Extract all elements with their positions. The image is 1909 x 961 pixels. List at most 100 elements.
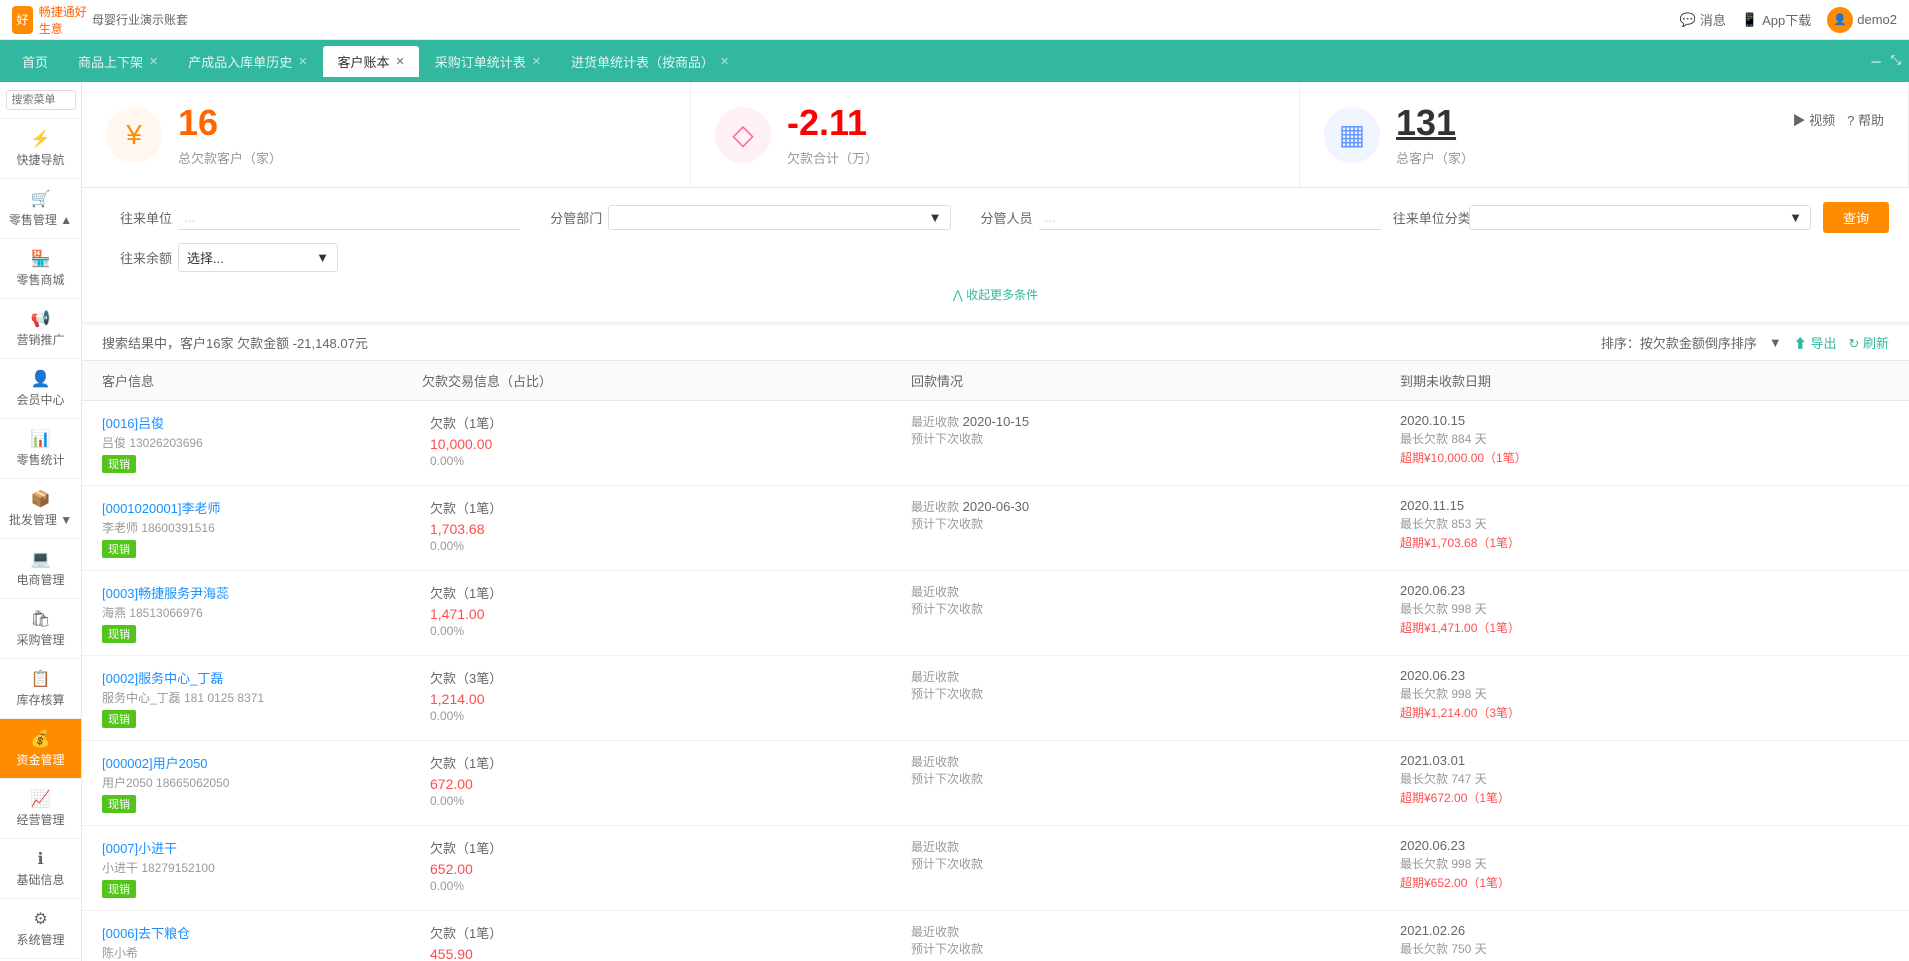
sidebar-item-inventory[interactable]: 📋 库存核算 — [0, 659, 81, 719]
repay-col: 最近收款 预计下次收款 — [911, 838, 1400, 872]
message-label: 消息 — [1700, 10, 1726, 29]
tab-customer-close[interactable]: ✕ — [396, 55, 405, 68]
tab-customer[interactable]: 客户账本 ✕ — [323, 46, 418, 77]
nav-maximize-icon[interactable]: ⤡ — [1891, 52, 1901, 71]
sidebar-item-marketing[interactable]: 📢 营销推广 — [0, 299, 81, 359]
due-overdue-link[interactable]: 超期¥1,214.00（3笔） — [1400, 704, 1889, 721]
customer-name[interactable]: [000002]用户2050 — [102, 753, 422, 772]
manager-label: 分管人员 — [963, 208, 1033, 227]
total-debt-icon: ◇ — [715, 107, 771, 163]
unit-category-label: 往来单位分类 — [1393, 208, 1463, 227]
total-debt-info: -2.11 欠款合计（万） — [787, 102, 878, 167]
customer-name[interactable]: [0003]畅捷服务尹海蕊 — [102, 583, 422, 602]
manager-input[interactable]: ... — [1045, 210, 1056, 225]
from-unit-input[interactable]: ... — [184, 210, 195, 225]
total-debt-value: -2.11 — [787, 102, 878, 144]
unit-category-select[interactable]: ▼ — [1469, 205, 1811, 230]
due-overdue-link[interactable]: 超期¥1,471.00（1笔） — [1400, 619, 1889, 636]
filter-from-unit: 往来单位 ... — [102, 206, 520, 230]
sidebar-item-basic-info[interactable]: ℹ 基础信息 — [0, 839, 81, 899]
dept-select[interactable]: ▼ — [608, 205, 950, 230]
video-label: 视频 — [1809, 113, 1835, 128]
customer-name[interactable]: [0001020001]李老师 — [102, 498, 422, 517]
tab-production[interactable]: 产成品入库单历史 ✕ — [174, 46, 321, 77]
app-subtitle: 母婴行业演示账套 — [92, 11, 1680, 28]
sidebar-item-member[interactable]: 👤 会员中心 — [0, 359, 81, 419]
refresh-btn[interactable]: ↻ 刷新 — [1848, 333, 1889, 352]
customer-name[interactable]: [0016]吕俊 — [102, 413, 422, 432]
app-download-btn[interactable]: 📱 App下载 — [1742, 10, 1811, 29]
inventory-label: 库存核算 — [16, 693, 64, 707]
customer-name[interactable]: [0006]去下粮仓 — [102, 923, 422, 942]
due-overdue-link[interactable]: 超期¥672.00（1笔） — [1400, 789, 1889, 806]
result-actions: 排序：按欠款金额倒序排序 ▼ ⬆ 导出 ↻ 刷新 — [1601, 333, 1889, 352]
top-bar: 好 畅捷通好生意 母婴行业演示账套 💬 消息 📱 App下载 👤 demo2 — [0, 0, 1909, 40]
tab-customer-label: 客户账本 — [337, 52, 389, 71]
filter-unit-category: 往来单位分类 ▼ — [1393, 205, 1811, 230]
sidebar-item-system[interactable]: ⚙ 系统管理 — [0, 899, 81, 959]
app-container: 好 畅捷通好生意 母婴行业演示账套 💬 消息 📱 App下载 👤 demo2 首… — [0, 0, 1909, 961]
filter-dept: 分管部门 ▼ — [532, 205, 950, 230]
col-customer-info: 客户信息 — [102, 371, 422, 390]
sidebar-item-operations[interactable]: 📈 经营管理 — [0, 779, 81, 839]
collapse-row[interactable]: ⋀ 收起更多条件 — [102, 282, 1889, 307]
debt-amount: 455.90 — [430, 946, 911, 961]
tab-products[interactable]: 商品上下架 ✕ — [64, 46, 172, 77]
inventory-icon: 📋 — [4, 669, 77, 689]
collapse-label: 收起更多条件 — [966, 288, 1038, 302]
customer-tag: 现销 — [102, 625, 136, 643]
refresh-icon: ↻ — [1848, 336, 1859, 351]
top-right-area: 💬 消息 📱 App下载 👤 demo2 — [1680, 7, 1897, 33]
avatar: 👤 — [1827, 7, 1853, 33]
due-overdue-link[interactable]: 超期¥10,000.00（1笔） — [1400, 449, 1889, 466]
due-max-days: 最长欠款 998 天 — [1400, 855, 1889, 872]
search-button[interactable]: 查询 — [1823, 202, 1889, 233]
result-summary: 搜索结果中，客户16家 欠款金额 -21,148.07元 — [102, 333, 368, 352]
balance-type-select[interactable]: 选择... ▼ — [178, 243, 338, 272]
help-btn[interactable]: ? 帮助 — [1847, 110, 1884, 129]
repay-next: 预计下次收款 — [911, 430, 1400, 447]
sidebar-item-retail-stats[interactable]: 📊 零售统计 — [0, 419, 81, 479]
tab-inventory-label: 进货单统计表（按商品） — [571, 52, 714, 71]
nav-minimize-icon[interactable]: － — [1870, 52, 1883, 71]
due-max-days: 最长欠款 750 天 — [1400, 940, 1889, 957]
due-overdue-link[interactable]: 超期¥652.00（1笔） — [1400, 874, 1889, 891]
sidebar-item-retail[interactable]: 🛒 零售管理 ▲ — [0, 179, 81, 239]
retail-icon: 🛒 — [4, 189, 77, 209]
repay-next: 预计下次收款 — [911, 515, 1400, 532]
sidebar-item-purchase[interactable]: 🛍 采购管理 — [0, 599, 81, 659]
customer-name[interactable]: [0007]小进干 — [102, 838, 422, 857]
tab-purchase-close[interactable]: ✕ — [532, 55, 541, 68]
finance-icon: 💰 — [4, 729, 77, 749]
customer-tag: 现销 — [102, 880, 136, 898]
tab-production-close[interactable]: ✕ — [298, 55, 307, 68]
debt-col: 欠款（1笔） 455.90 0.00% — [422, 923, 911, 961]
sidebar-item-ecommerce[interactable]: 💻 电商管理 — [0, 539, 81, 599]
due-col: 2020.06.23 最长欠款 998 天 超期¥652.00（1笔） — [1400, 838, 1889, 891]
debt-count: 欠款（1笔） — [430, 498, 911, 517]
sidebar-search-input[interactable] — [6, 90, 76, 110]
user-menu[interactable]: 👤 demo2 — [1827, 7, 1897, 33]
customer-phone: 服务中心_丁磊 181 0125 8371 — [102, 689, 422, 706]
tab-inventory-close[interactable]: ✕ — [720, 55, 729, 68]
repay-last: 最近收款 — [911, 923, 1400, 940]
message-btn[interactable]: 💬 消息 — [1680, 10, 1726, 29]
customer-phone: 海燕 18513066976 — [102, 604, 422, 621]
video-btn[interactable]: ▶ 视频 — [1792, 110, 1835, 129]
debt-col: 欠款（1笔） 672.00 0.00% — [422, 753, 911, 808]
tab-products-close[interactable]: ✕ — [149, 55, 158, 68]
stats-row: ¥ 16 总欠款客户（家） ◇ -2.11 欠款合计（万） ▦ — [82, 82, 1909, 188]
tab-home[interactable]: 首页 — [8, 46, 62, 77]
customer-name[interactable]: [0002]服务中心_丁磊 — [102, 668, 422, 687]
sidebar-item-wholesale[interactable]: 📦 批发管理 ▼ — [0, 479, 81, 539]
total-customers-label: 总客户（家） — [1396, 148, 1474, 167]
sidebar-item-retail-store[interactable]: 🏪 零售商城 — [0, 239, 81, 299]
tab-home-label: 首页 — [22, 52, 48, 71]
tab-purchase[interactable]: 采购订单统计表 ✕ — [421, 46, 555, 77]
due-overdue-link[interactable]: 超期¥1,703.68（1笔） — [1400, 534, 1889, 551]
sidebar-item-finance[interactable]: 💰 资金管理 — [0, 719, 81, 779]
export-btn[interactable]: ⬆ 导出 — [1794, 333, 1837, 352]
repay-next: 预计下次收款 — [911, 855, 1400, 872]
sidebar-item-quick-nav[interactable]: ⚡ 快捷导航 — [0, 119, 81, 179]
tab-inventory[interactable]: 进货单统计表（按商品） ✕ — [557, 46, 743, 77]
